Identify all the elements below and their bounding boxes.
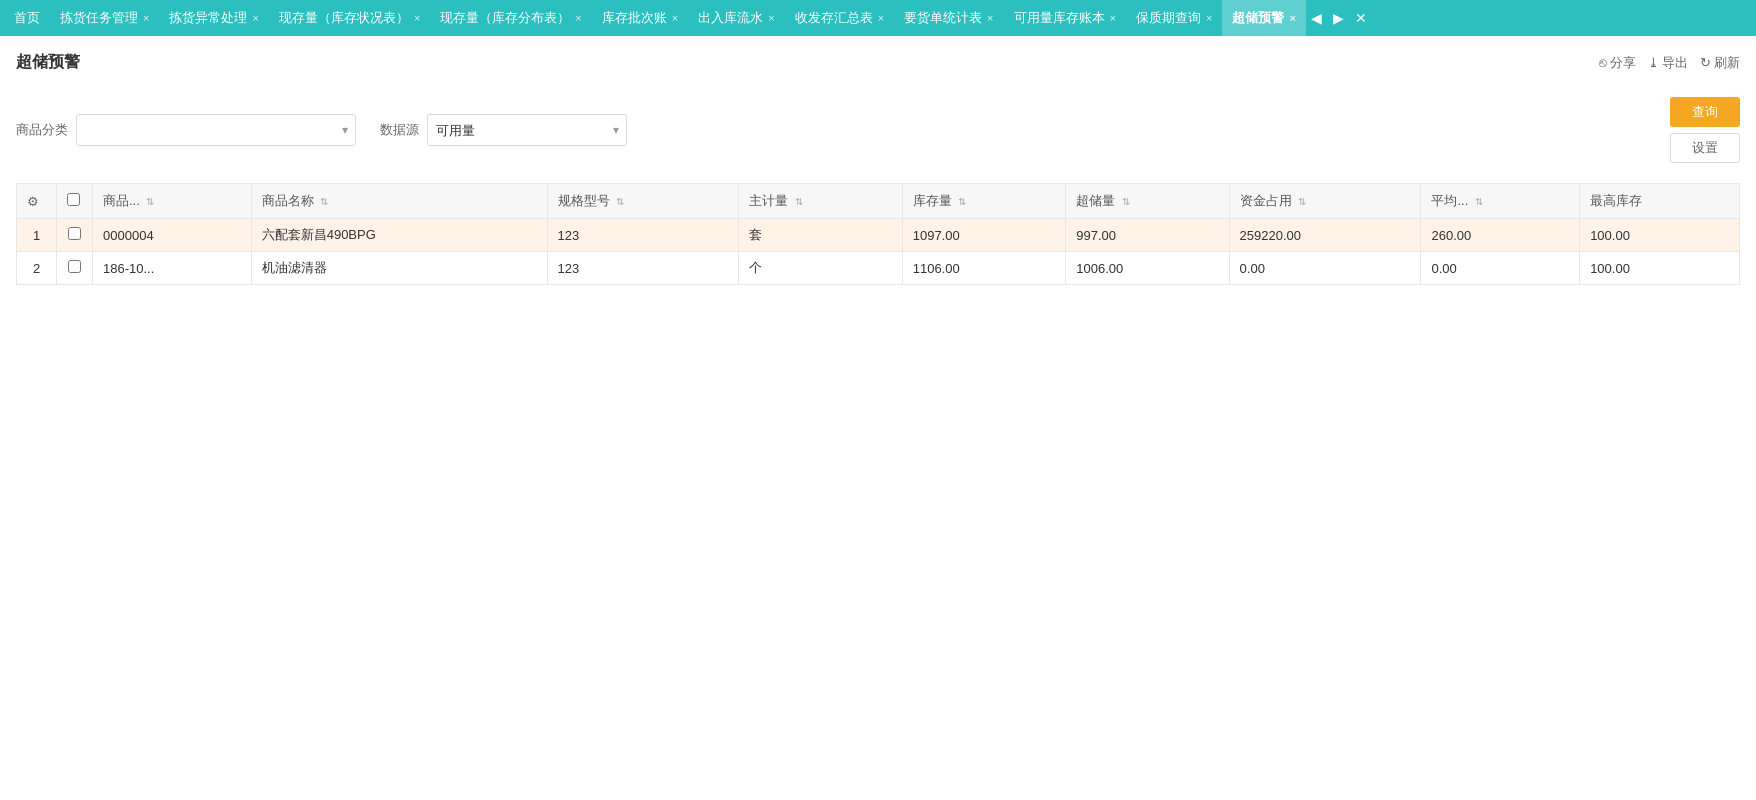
- checkbox-header: [57, 184, 93, 219]
- table-header-row: ⚙ 商品... ⇅ 商品名称 ⇅ 规格型号 ⇅ 主计量: [17, 184, 1740, 219]
- sort-icon: ⇅: [958, 196, 966, 207]
- nav-prev-button[interactable]: ◀: [1306, 0, 1328, 36]
- nav-item-task[interactable]: 拣货任务管理 ×: [50, 0, 159, 36]
- category-select-wrapper: ▾: [76, 114, 356, 146]
- col-avg: 平均... ⇅: [1421, 184, 1580, 219]
- datasource-select-wrapper: 可用量 库存量 ▾: [427, 114, 627, 146]
- page-header: 超储预警 ⎋ 分享 ⤓ 导出 ↻ 刷新: [16, 52, 1740, 73]
- sort-icon: ⇅: [146, 196, 154, 207]
- close-icon[interactable]: ×: [252, 12, 258, 24]
- row-overstock: 997.00: [1066, 219, 1229, 252]
- data-table: ⚙ 商品... ⇅ 商品名称 ⇅ 规格型号 ⇅ 主计量: [16, 183, 1740, 285]
- row-avg: 0.00: [1421, 252, 1580, 285]
- gear-header: ⚙: [17, 184, 57, 219]
- select-all-checkbox[interactable]: [67, 193, 80, 206]
- col-unit: 主计量 ⇅: [739, 184, 902, 219]
- sort-icon: ⇅: [795, 196, 803, 207]
- nav-item-demand[interactable]: 要货单统计表 ×: [894, 0, 1003, 36]
- query-button[interactable]: 查询: [1670, 97, 1740, 127]
- nav-item-summary[interactable]: 收发存汇总表 ×: [785, 0, 894, 36]
- row-checkbox[interactable]: [68, 227, 81, 240]
- table-body: 1 0000004 六配套新昌490BPG 123 套 1097.00 997.…: [17, 219, 1740, 285]
- sort-icon: ⇅: [616, 196, 624, 207]
- export-icon: ⤓: [1648, 55, 1659, 70]
- filter-row: 商品分类 ▾ 数据源 可用量 库存量 ▾ 查询 设置: [16, 89, 1740, 171]
- close-icon[interactable]: ×: [143, 12, 149, 24]
- row-product-name: 机油滤清器: [251, 252, 547, 285]
- nav-item-abnormal[interactable]: 拣货异常处理 ×: [159, 0, 268, 36]
- row-stock: 1097.00: [902, 219, 1065, 252]
- row-avg: 260.00: [1421, 219, 1580, 252]
- nav-item-home[interactable]: 首页: [4, 0, 50, 36]
- settings-button[interactable]: 设置: [1670, 133, 1740, 163]
- table-row: 2 186-10... 机油滤清器 123 个 1106.00 1006.00 …: [17, 252, 1740, 285]
- page-title: 超储预警: [16, 52, 80, 73]
- close-icon[interactable]: ×: [672, 12, 678, 24]
- sort-icon: ⇅: [320, 196, 328, 207]
- nav-next-button[interactable]: ▶: [1328, 0, 1350, 36]
- close-icon[interactable]: ×: [575, 12, 581, 24]
- row-overstock: 1006.00: [1066, 252, 1229, 285]
- nav-item-inventory-dist[interactable]: 现存量（库存分布表） ×: [430, 0, 591, 36]
- row-checkbox-cell: [57, 252, 93, 285]
- row-product-code: 0000004: [93, 219, 252, 252]
- row-spec: 123: [547, 219, 739, 252]
- row-checkbox-cell: [57, 219, 93, 252]
- row-capital: 0.00: [1229, 252, 1421, 285]
- sort-icon: ⇅: [1475, 196, 1483, 207]
- page-content: 超储预警 ⎋ 分享 ⤓ 导出 ↻ 刷新 商品分类 ▾: [0, 36, 1756, 800]
- sort-icon: ⇅: [1122, 196, 1130, 207]
- datasource-select[interactable]: 可用量 库存量: [427, 114, 627, 146]
- datasource-label: 数据源: [380, 121, 419, 139]
- col-spec: 规格型号 ⇅: [547, 184, 739, 219]
- col-overstock: 超储量 ⇅: [1066, 184, 1229, 219]
- category-select[interactable]: [76, 114, 356, 146]
- nav-item-available[interactable]: 可用量库存账本 ×: [1004, 0, 1126, 36]
- refresh-icon: ↻: [1700, 55, 1711, 70]
- nav-item-flow[interactable]: 出入库流水 ×: [688, 0, 784, 36]
- row-capital: 259220.00: [1229, 219, 1421, 252]
- nav-item-inventory-status[interactable]: 现存量（库存状况表） ×: [269, 0, 430, 36]
- sort-icon: ⇅: [1298, 196, 1306, 207]
- col-max-stock: 最高库存: [1580, 184, 1740, 219]
- close-icon[interactable]: ×: [1289, 12, 1295, 24]
- close-icon[interactable]: ×: [414, 12, 420, 24]
- nav-item-overstock[interactable]: 超储预警 ×: [1222, 0, 1305, 36]
- row-spec: 123: [547, 252, 739, 285]
- close-icon[interactable]: ×: [1110, 12, 1116, 24]
- datasource-filter: 数据源 可用量 库存量 ▾: [380, 114, 627, 146]
- refresh-action[interactable]: ↻ 刷新: [1700, 54, 1740, 72]
- col-stock: 库存量 ⇅: [902, 184, 1065, 219]
- nav-item-batch[interactable]: 库存批次账 ×: [592, 0, 688, 36]
- row-max-stock: 100.00: [1580, 252, 1740, 285]
- category-filter: 商品分类 ▾: [16, 114, 356, 146]
- col-product-code: 商品... ⇅: [93, 184, 252, 219]
- row-product-code: 186-10...: [93, 252, 252, 285]
- row-stock: 1106.00: [902, 252, 1065, 285]
- row-number: 1: [17, 219, 57, 252]
- share-action[interactable]: ⎋ 分享: [1599, 54, 1636, 72]
- close-icon[interactable]: ×: [987, 12, 993, 24]
- nav-close-button[interactable]: ✕: [1350, 0, 1372, 36]
- row-unit: 个: [739, 252, 902, 285]
- row-product-name: 六配套新昌490BPG: [251, 219, 547, 252]
- col-capital: 资金占用 ⇅: [1229, 184, 1421, 219]
- row-number: 2: [17, 252, 57, 285]
- action-buttons: 查询 设置: [1670, 97, 1740, 163]
- close-icon[interactable]: ×: [878, 12, 884, 24]
- close-icon[interactable]: ×: [1206, 12, 1212, 24]
- header-actions: ⎋ 分享 ⤓ 导出 ↻ 刷新: [1599, 54, 1740, 72]
- nav-item-expiry[interactable]: 保质期查询 ×: [1126, 0, 1222, 36]
- row-unit: 套: [739, 219, 902, 252]
- top-navigation: 首页 拣货任务管理 × 拣货异常处理 × 现存量（库存状况表） × 现存量（库存…: [0, 0, 1756, 36]
- close-icon[interactable]: ×: [768, 12, 774, 24]
- col-product-name: 商品名称 ⇅: [251, 184, 547, 219]
- row-checkbox[interactable]: [68, 260, 81, 273]
- table-row: 1 0000004 六配套新昌490BPG 123 套 1097.00 997.…: [17, 219, 1740, 252]
- export-action[interactable]: ⤓ 导出: [1648, 54, 1688, 72]
- category-label: 商品分类: [16, 121, 68, 139]
- row-max-stock: 100.00: [1580, 219, 1740, 252]
- settings-gear-icon[interactable]: ⚙: [27, 194, 39, 209]
- share-icon: ⎋: [1599, 55, 1607, 70]
